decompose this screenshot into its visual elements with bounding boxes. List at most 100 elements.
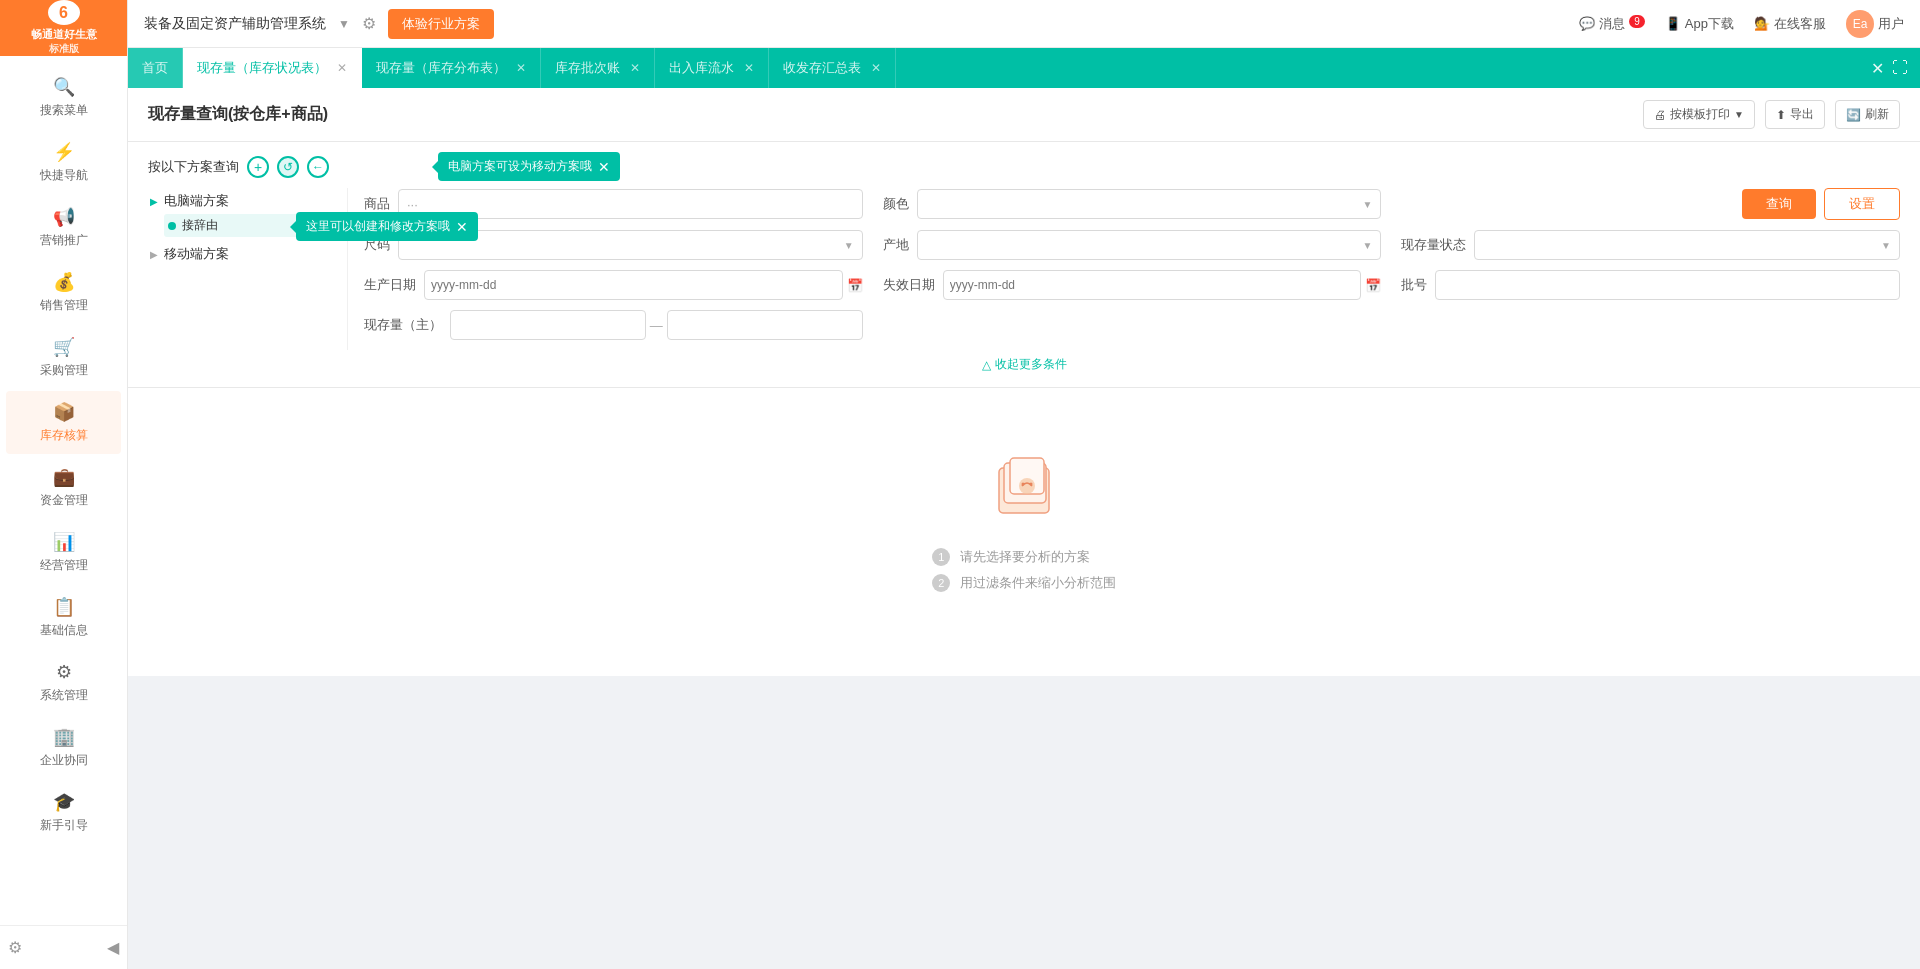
tab-inout-close[interactable]: ✕ (744, 61, 754, 75)
experience-button[interactable]: 体验行业方案 (388, 9, 494, 39)
sidebar-item-purchase[interactable]: 🛒 采购管理 (6, 326, 121, 389)
message-item[interactable]: 💬 消息 9 (1579, 15, 1645, 33)
tab-batch-close[interactable]: ✕ (630, 61, 640, 75)
filter-arrow-button[interactable]: ← (307, 156, 329, 178)
stock-status-select[interactable]: ▼ (1474, 230, 1900, 260)
stock-main-to[interactable] (667, 310, 863, 340)
tab-inventory-status[interactable]: 现存量（库存状况表） ✕ (183, 48, 362, 88)
sidebar-label-purchase: 采购管理 (40, 362, 88, 379)
tab-home[interactable]: 首页 (128, 48, 183, 88)
sidebar-nav: 🔍 搜索菜单 ⚡ 快捷导航 📢 营销推广 💰 销售管理 🛒 采购管理 📦 库存核… (0, 56, 127, 925)
scheme-tooltip-2: 这里可以创建和修改方案哦 ✕ (296, 212, 478, 241)
tab-inventory-dist-label: 现存量（库存分布表） (376, 59, 506, 77)
logo-icon: 6 (48, 0, 80, 25)
user-item[interactable]: Ea 用户 (1846, 10, 1904, 38)
sidebar-item-guide[interactable]: 🎓 新手引导 (6, 781, 121, 844)
stock-status-dropdown-icon: ▼ (1881, 240, 1891, 251)
filter-more-button[interactable]: △ 收起更多条件 (148, 350, 1900, 379)
user-label: 用户 (1878, 15, 1904, 33)
sidebar-item-quick[interactable]: ⚡ 快捷导航 (6, 131, 121, 194)
tab-summary[interactable]: 收发存汇总表 ✕ (769, 48, 896, 88)
tab-bar-actions: ✕ ⛶ (1871, 59, 1920, 78)
settings-bottom-icon[interactable]: ⚙ (8, 938, 22, 957)
product-dots: ··· (407, 197, 418, 212)
expiry-date-from[interactable] (943, 270, 1362, 300)
system-dropdown-icon[interactable]: ▼ (338, 17, 350, 31)
empty-state: 1 请先选择要分析的方案 2 用过滤条件来缩小分析范围 (128, 388, 1920, 676)
filter-add-button[interactable]: + (247, 156, 269, 178)
empty-tip-2: 2 用过滤条件来缩小分析范围 (932, 570, 1116, 596)
filter-label: 按以下方案查询 (148, 158, 239, 176)
tip-text-2: 用过滤条件来缩小分析范围 (960, 575, 1116, 590)
filter-row-4: 现存量（主） — (364, 310, 1900, 340)
system-name: 装备及固定资产辅助管理系统 (144, 15, 326, 33)
sidebar-item-inventory[interactable]: 📦 库存核算 (6, 391, 121, 454)
page-header: 现存量查询(按仓库+商品) 🖨 按模板打印 ▼ ⬆ 导出 🔄 刷新 (128, 88, 1920, 142)
settings-icon[interactable]: ⚙ (362, 14, 376, 33)
stock-main-sep: — (650, 318, 663, 333)
app-download-item[interactable]: 📱 App下载 (1665, 15, 1734, 33)
origin-select[interactable]: ▼ (917, 230, 1382, 260)
tab-inout-label: 出入库流水 (669, 59, 734, 77)
tab-summary-label: 收发存汇总表 (783, 59, 861, 77)
sidebar-item-search[interactable]: 🔍 搜索菜单 (6, 66, 121, 129)
mobile-scheme-header[interactable]: ▶ 移动端方案 (148, 241, 335, 267)
color-label: 颜色 (883, 195, 909, 213)
enterprise-icon: 🏢 (53, 726, 75, 748)
collapse-icon[interactable]: ◀ (107, 938, 119, 957)
template-print-label: 按模板打印 (1670, 106, 1730, 123)
tooltip-1-close[interactable]: ✕ (598, 159, 610, 175)
batch-input[interactable] (1435, 270, 1900, 300)
tab-inventory-dist[interactable]: 现存量（库存分布表） ✕ (362, 48, 541, 88)
desktop-scheme-header[interactable]: ▶ 电脑端方案 (148, 188, 335, 214)
sidebar-item-enterprise[interactable]: 🏢 企业协同 (6, 716, 121, 779)
template-print-button[interactable]: 🖨 按模板打印 ▼ (1643, 100, 1755, 129)
filter-row-2: 尺码 ▼ 产地 ▼ (364, 230, 1900, 260)
production-date-from[interactable] (424, 270, 843, 300)
logo-text: 6 (59, 4, 68, 22)
production-date-label: 生产日期 (364, 276, 416, 294)
search-button[interactable]: 查询 (1742, 189, 1816, 219)
quick-icon: ⚡ (53, 141, 75, 163)
product-label: 商品 (364, 195, 390, 213)
tooltip-2-close[interactable]: ✕ (456, 219, 468, 235)
tab-close-all-icon[interactable]: ✕ (1871, 59, 1884, 78)
sidebar-item-system[interactable]: ⚙ 系统管理 (6, 651, 121, 714)
sidebar-item-sales[interactable]: 💰 销售管理 (6, 261, 121, 324)
filter-circle-button[interactable]: ↺ (277, 156, 299, 178)
support-label: 在线客服 (1774, 15, 1826, 33)
search-btns: 查询 设置 (1401, 188, 1900, 220)
sidebar-label-system: 系统管理 (40, 687, 88, 704)
empty-tip-1: 1 请先选择要分析的方案 (932, 544, 1116, 570)
sidebar-item-basic[interactable]: 📋 基础信息 (6, 586, 121, 649)
stock-main-field: 现存量（主） — (364, 310, 863, 340)
header-left: 装备及固定资产辅助管理系统 ▼ ⚙ 体验行业方案 (144, 9, 494, 39)
guide-icon: 🎓 (53, 791, 75, 813)
expiry-date-cal-icon[interactable]: 📅 (1365, 278, 1381, 293)
tab-inventory-dist-close[interactable]: ✕ (516, 61, 526, 75)
export-button[interactable]: ⬆ 导出 (1765, 100, 1825, 129)
tab-inout[interactable]: 出入库流水 ✕ (655, 48, 769, 88)
stock-status-field: 现存量状态 ▼ (1401, 230, 1900, 260)
tab-bar: 首页 现存量（库存状况表） ✕ 现存量（库存分布表） ✕ 库存批次账 ✕ 出入库… (128, 48, 1920, 88)
stock-main-from[interactable] (450, 310, 646, 340)
tab-home-label: 首页 (142, 59, 168, 77)
production-date-cal-icon[interactable]: 📅 (847, 278, 863, 293)
tab-summary-close[interactable]: ✕ (871, 61, 881, 75)
tab-inventory-status-close[interactable]: ✕ (337, 61, 347, 75)
set-button[interactable]: 设置 (1824, 188, 1900, 220)
print-icon: 🖨 (1654, 108, 1666, 122)
tab-batch[interactable]: 库存批次账 ✕ (541, 48, 655, 88)
size-dropdown-icon: ▼ (844, 240, 854, 251)
sidebar-item-operation[interactable]: 📊 经营管理 (6, 521, 121, 584)
sidebar-item-marketing[interactable]: 📢 营销推广 (6, 196, 121, 259)
online-support-item[interactable]: 💁 在线客服 (1754, 15, 1826, 33)
sidebar: 6 畅通道好生意 标准版 🔍 搜索菜单 ⚡ 快捷导航 📢 营销推广 💰 销售管理… (0, 0, 128, 969)
tab-expand-icon[interactable]: ⛶ (1892, 59, 1908, 77)
color-select[interactable]: ▼ (917, 189, 1382, 219)
page-wrapper: 现存量查询(按仓库+商品) 🖨 按模板打印 ▼ ⬆ 导出 🔄 刷新 (128, 88, 1920, 969)
sidebar-item-finance[interactable]: 💼 资金管理 (6, 456, 121, 519)
inventory-icon: 📦 (53, 401, 75, 423)
mobile-scheme-title: 移动端方案 (164, 245, 229, 263)
refresh-button[interactable]: 🔄 刷新 (1835, 100, 1900, 129)
